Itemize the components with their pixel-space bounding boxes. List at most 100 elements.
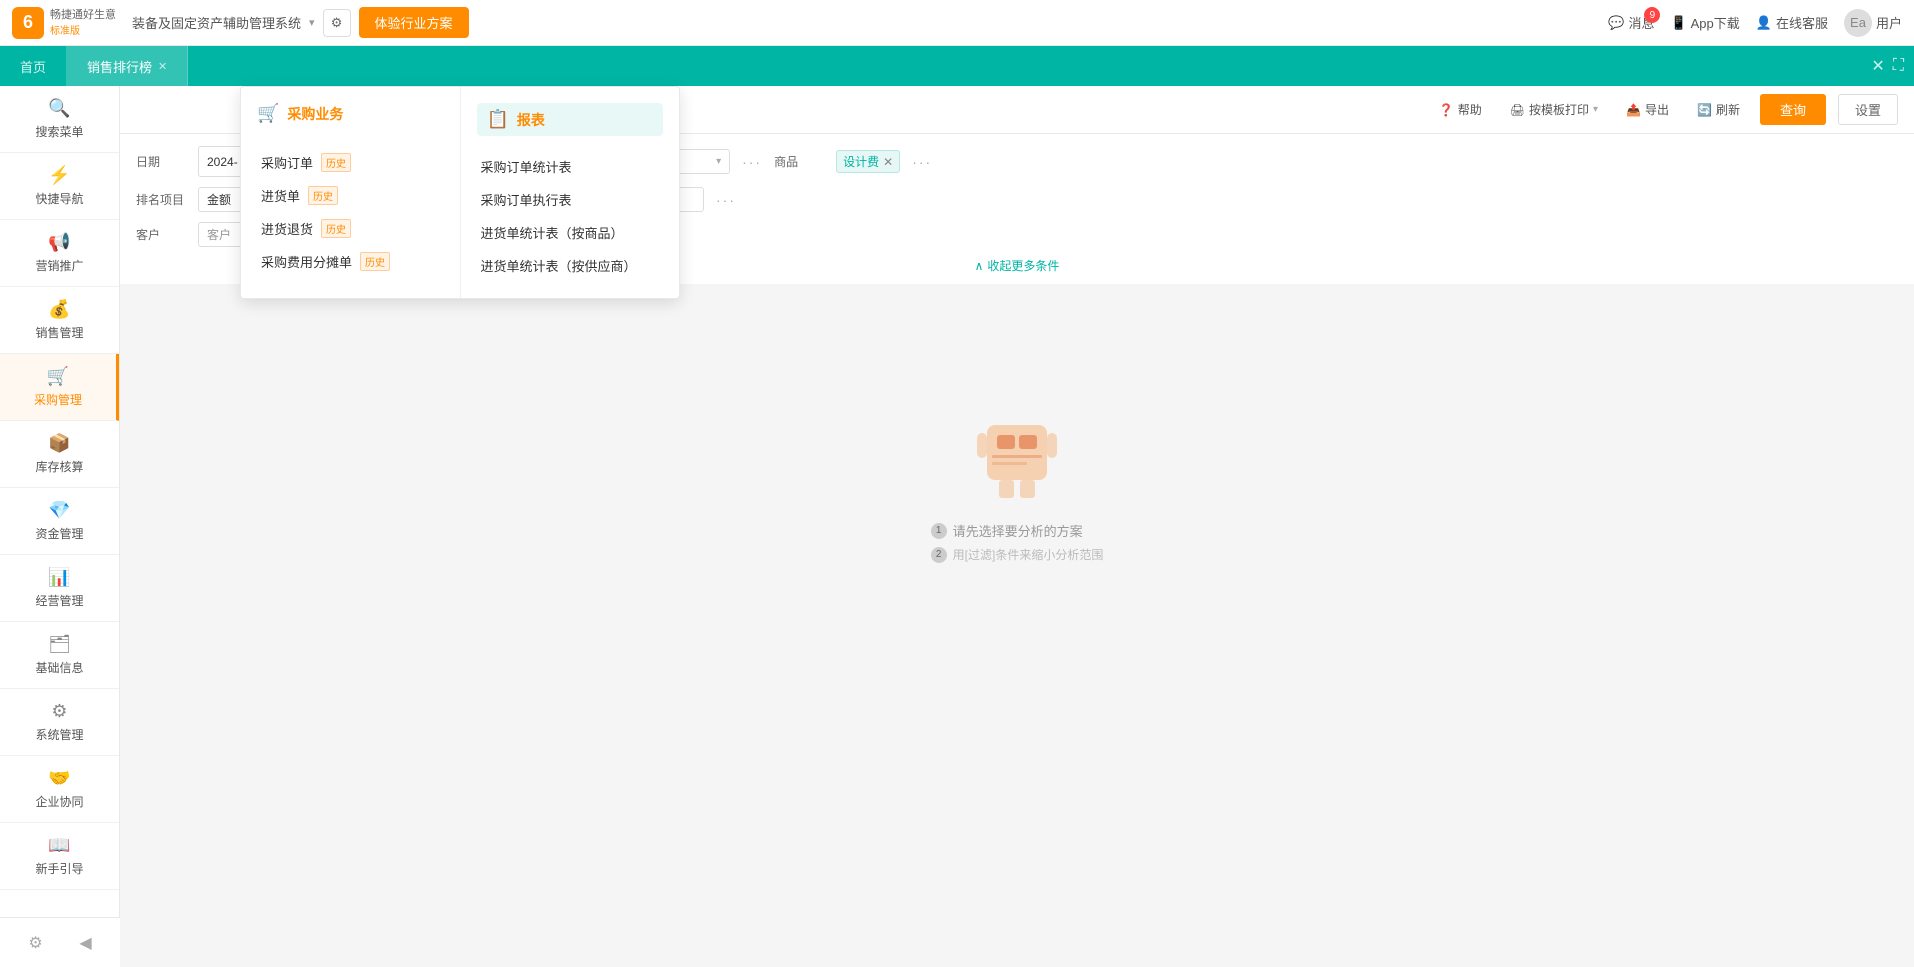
dropdown-item-inbound-by-supplier[interactable]: 进货单统计表（按供应商） xyxy=(477,249,664,282)
top-right-area: 💬 消息 9 📱 App下载 👤 在线客服 Ea 用户 xyxy=(1608,9,1902,37)
tab-sales-rank[interactable]: 销售排行榜 ✕ xyxy=(67,46,188,86)
refresh-button[interactable]: 🔄 刷新 xyxy=(1689,97,1748,122)
dropdown-report-header: 📋 报表 xyxy=(477,103,664,136)
hint-bullet-2: 2 xyxy=(931,547,947,563)
report-header-label: 报表 xyxy=(517,110,545,130)
sidebar-label-purchase: 采购管理 xyxy=(34,391,82,408)
logo-tag: 标准版 xyxy=(50,22,116,37)
system-title-area: 装备及固定资产辅助管理系统 ▾ ⚙ 体验行业方案 xyxy=(132,7,1608,38)
empty-state: 1 请先选择要分析的方案 2 用[过滤]条件来缩小分析范围 xyxy=(120,284,1914,684)
sidebar-label-quick-nav: 快捷导航 xyxy=(35,190,83,207)
sidebar-item-sales[interactable]: 💰 销售管理 xyxy=(0,287,119,354)
goods-label: 商品 xyxy=(774,153,824,170)
history-tag: 历史 xyxy=(321,153,351,172)
dropdown-item-label: 进货退货 xyxy=(261,219,313,238)
empty-hint-text-2: 用[过滤]条件来缩小分析范围 xyxy=(953,546,1104,563)
print-dropdown-icon[interactable]: ▾ xyxy=(1593,104,1598,115)
search-button[interactable]: 查询 xyxy=(1760,94,1826,125)
dropdown-item-order-stats[interactable]: 采购订单统计表 xyxy=(477,150,664,183)
user-avatar: Ea xyxy=(1844,9,1872,37)
app-download-label: App下载 xyxy=(1691,13,1740,32)
dropdown-item-purchase-order[interactable]: 采购订单 历史 xyxy=(257,146,444,179)
tab-bar: 首页 销售排行榜 ✕ ✕ ⛶ xyxy=(0,46,1914,86)
sidebar-item-purchase[interactable]: 🛒 采购管理 xyxy=(0,354,119,421)
help-button[interactable]: ❓ 帮助 xyxy=(1431,97,1490,122)
sidebar-item-operations[interactable]: 📊 经营管理 xyxy=(0,555,119,622)
sidebar-bottom-bar: ⚙ ◀ xyxy=(0,917,120,967)
sidebar-label-finance: 资金管理 xyxy=(35,525,83,542)
sidebar-item-inventory[interactable]: 📦 库存核算 xyxy=(0,421,119,488)
sidebar-label-guide: 新手引导 xyxy=(35,860,83,877)
sidebar-item-quick-nav[interactable]: ⚡ 快捷导航 xyxy=(0,153,119,220)
goods-chip-label: 设计费 xyxy=(843,153,879,170)
user-area[interactable]: Ea 用户 xyxy=(1844,9,1902,37)
status-dots[interactable]: ··· xyxy=(742,154,762,170)
main-layout: 🔍 搜索菜单 ⚡ 快捷导航 📢 营销推广 💰 销售管理 🛒 采购管理 📦 库存核… xyxy=(0,86,1914,967)
hint-bullet-1: 1 xyxy=(931,523,947,539)
collapse-button[interactable]: ∧ 收起更多条件 xyxy=(975,257,1060,274)
dropdown-item-label: 采购订单执行表 xyxy=(481,190,572,209)
dropdown-item-expense-split[interactable]: 采购费用分摊单 历史 xyxy=(257,245,444,278)
collapse-label: 收起更多条件 xyxy=(987,257,1059,274)
date-range-start: 2024- xyxy=(207,155,238,169)
marketing-icon: 📢 xyxy=(48,232,70,253)
close-window-icon[interactable]: ✕ xyxy=(1871,56,1884,76)
basic-info-icon: 🗂 xyxy=(48,634,71,655)
sidebar-item-marketing[interactable]: 📢 营销推广 xyxy=(0,220,119,287)
settings-button[interactable]: 设置 xyxy=(1838,94,1898,125)
sidebar-label-system: 系统管理 xyxy=(35,726,83,743)
report-header-icon: 📋 xyxy=(487,109,509,130)
salesperson-dots[interactable]: ··· xyxy=(716,192,736,208)
goods-chip-close[interactable]: ✕ xyxy=(883,155,893,169)
inventory-icon: 📦 xyxy=(48,433,70,454)
purchase-header-icon: 🛒 xyxy=(257,103,279,124)
logo-area: 6 畅捷通好生意 标准版 xyxy=(12,7,132,39)
message-badge: 9 xyxy=(1644,7,1660,23)
guide-icon: 📖 xyxy=(48,835,70,856)
dropdown-item-label: 进货单统计表（按商品） xyxy=(481,223,624,242)
dropdown-item-inbound-return[interactable]: 进货退货 历史 xyxy=(257,212,444,245)
dropdown-purchase-col: 🛒 采购业务 采购订单 历史 进货单 历史 进货退货 历史 采购费用分摊单 xyxy=(241,87,461,298)
tab-home[interactable]: 首页 xyxy=(0,46,67,86)
empty-hints: 1 请先选择要分析的方案 2 用[过滤]条件来缩小分析范围 xyxy=(931,521,1104,563)
tab-bar-actions: ✕ ⛶ xyxy=(1871,56,1914,76)
goods-dots[interactable]: ··· xyxy=(912,154,932,170)
sidebar-item-system[interactable]: ⚙ 系统管理 xyxy=(0,689,119,756)
sidebar-item-guide[interactable]: 📖 新手引导 xyxy=(0,823,119,890)
dropdown-item-label: 采购费用分摊单 xyxy=(261,252,352,271)
purchase-header-label: 采购业务 xyxy=(287,104,343,124)
bottom-settings-icon[interactable]: ⚙ xyxy=(28,933,42,953)
dropdown-menu-panel: 🛒 采购业务 采购订单 历史 进货单 历史 进货退货 历史 采购费用分摊单 xyxy=(240,86,680,299)
dropdown-item-order-exec[interactable]: 采购订单执行表 xyxy=(477,183,664,216)
sidebar-item-finance[interactable]: 💎 资金管理 xyxy=(0,488,119,555)
sidebar-label-operations: 经营管理 xyxy=(35,592,83,609)
sidebar-item-enterprise[interactable]: 🤝 企业协同 xyxy=(0,756,119,823)
messages-button[interactable]: 💬 消息 9 xyxy=(1608,13,1654,32)
sidebar-item-basic-info[interactable]: 🗂 基础信息 xyxy=(0,622,119,689)
dropdown-item-inbound[interactable]: 进货单 历史 xyxy=(257,179,444,212)
help-icon: ❓ xyxy=(1439,103,1454,117)
logo-icon: 6 xyxy=(12,7,44,39)
maximize-icon[interactable]: ⛶ xyxy=(1893,57,1904,75)
status-dropdown-icon: ▾ xyxy=(716,156,721,167)
sidebar-item-search[interactable]: 🔍 搜索菜单 xyxy=(0,86,119,153)
app-download-button[interactable]: 📱 App下载 xyxy=(1670,13,1739,32)
purchase-icon: 🛒 xyxy=(47,366,69,387)
history-tag: 历史 xyxy=(360,252,390,271)
collapse-sidebar-icon[interactable]: ◀ xyxy=(79,933,91,953)
sales-icon: 💰 xyxy=(48,299,70,320)
export-label: 导出 xyxy=(1645,101,1669,118)
online-service-button[interactable]: 👤 在线客服 xyxy=(1756,13,1828,32)
sidebar-label-inventory: 库存核算 xyxy=(35,458,83,475)
print-icon: 🖨 xyxy=(1510,103,1525,117)
chevron-down-icon[interactable]: ▾ xyxy=(309,16,315,29)
export-button[interactable]: 📤 导出 xyxy=(1618,97,1677,122)
avatar-text: Ea xyxy=(1850,15,1866,30)
print-button[interactable]: 🖨 按模板打印 ▾ xyxy=(1502,97,1606,122)
industry-button[interactable]: 体验行业方案 xyxy=(359,7,469,38)
export-icon: 📤 xyxy=(1626,103,1641,117)
dropdown-item-inbound-by-goods[interactable]: 进货单统计表（按商品） xyxy=(477,216,664,249)
tab-close-icon[interactable]: ✕ xyxy=(158,60,167,73)
system-icon: ⚙ xyxy=(51,701,67,722)
settings-icon[interactable]: ⚙ xyxy=(323,9,351,37)
